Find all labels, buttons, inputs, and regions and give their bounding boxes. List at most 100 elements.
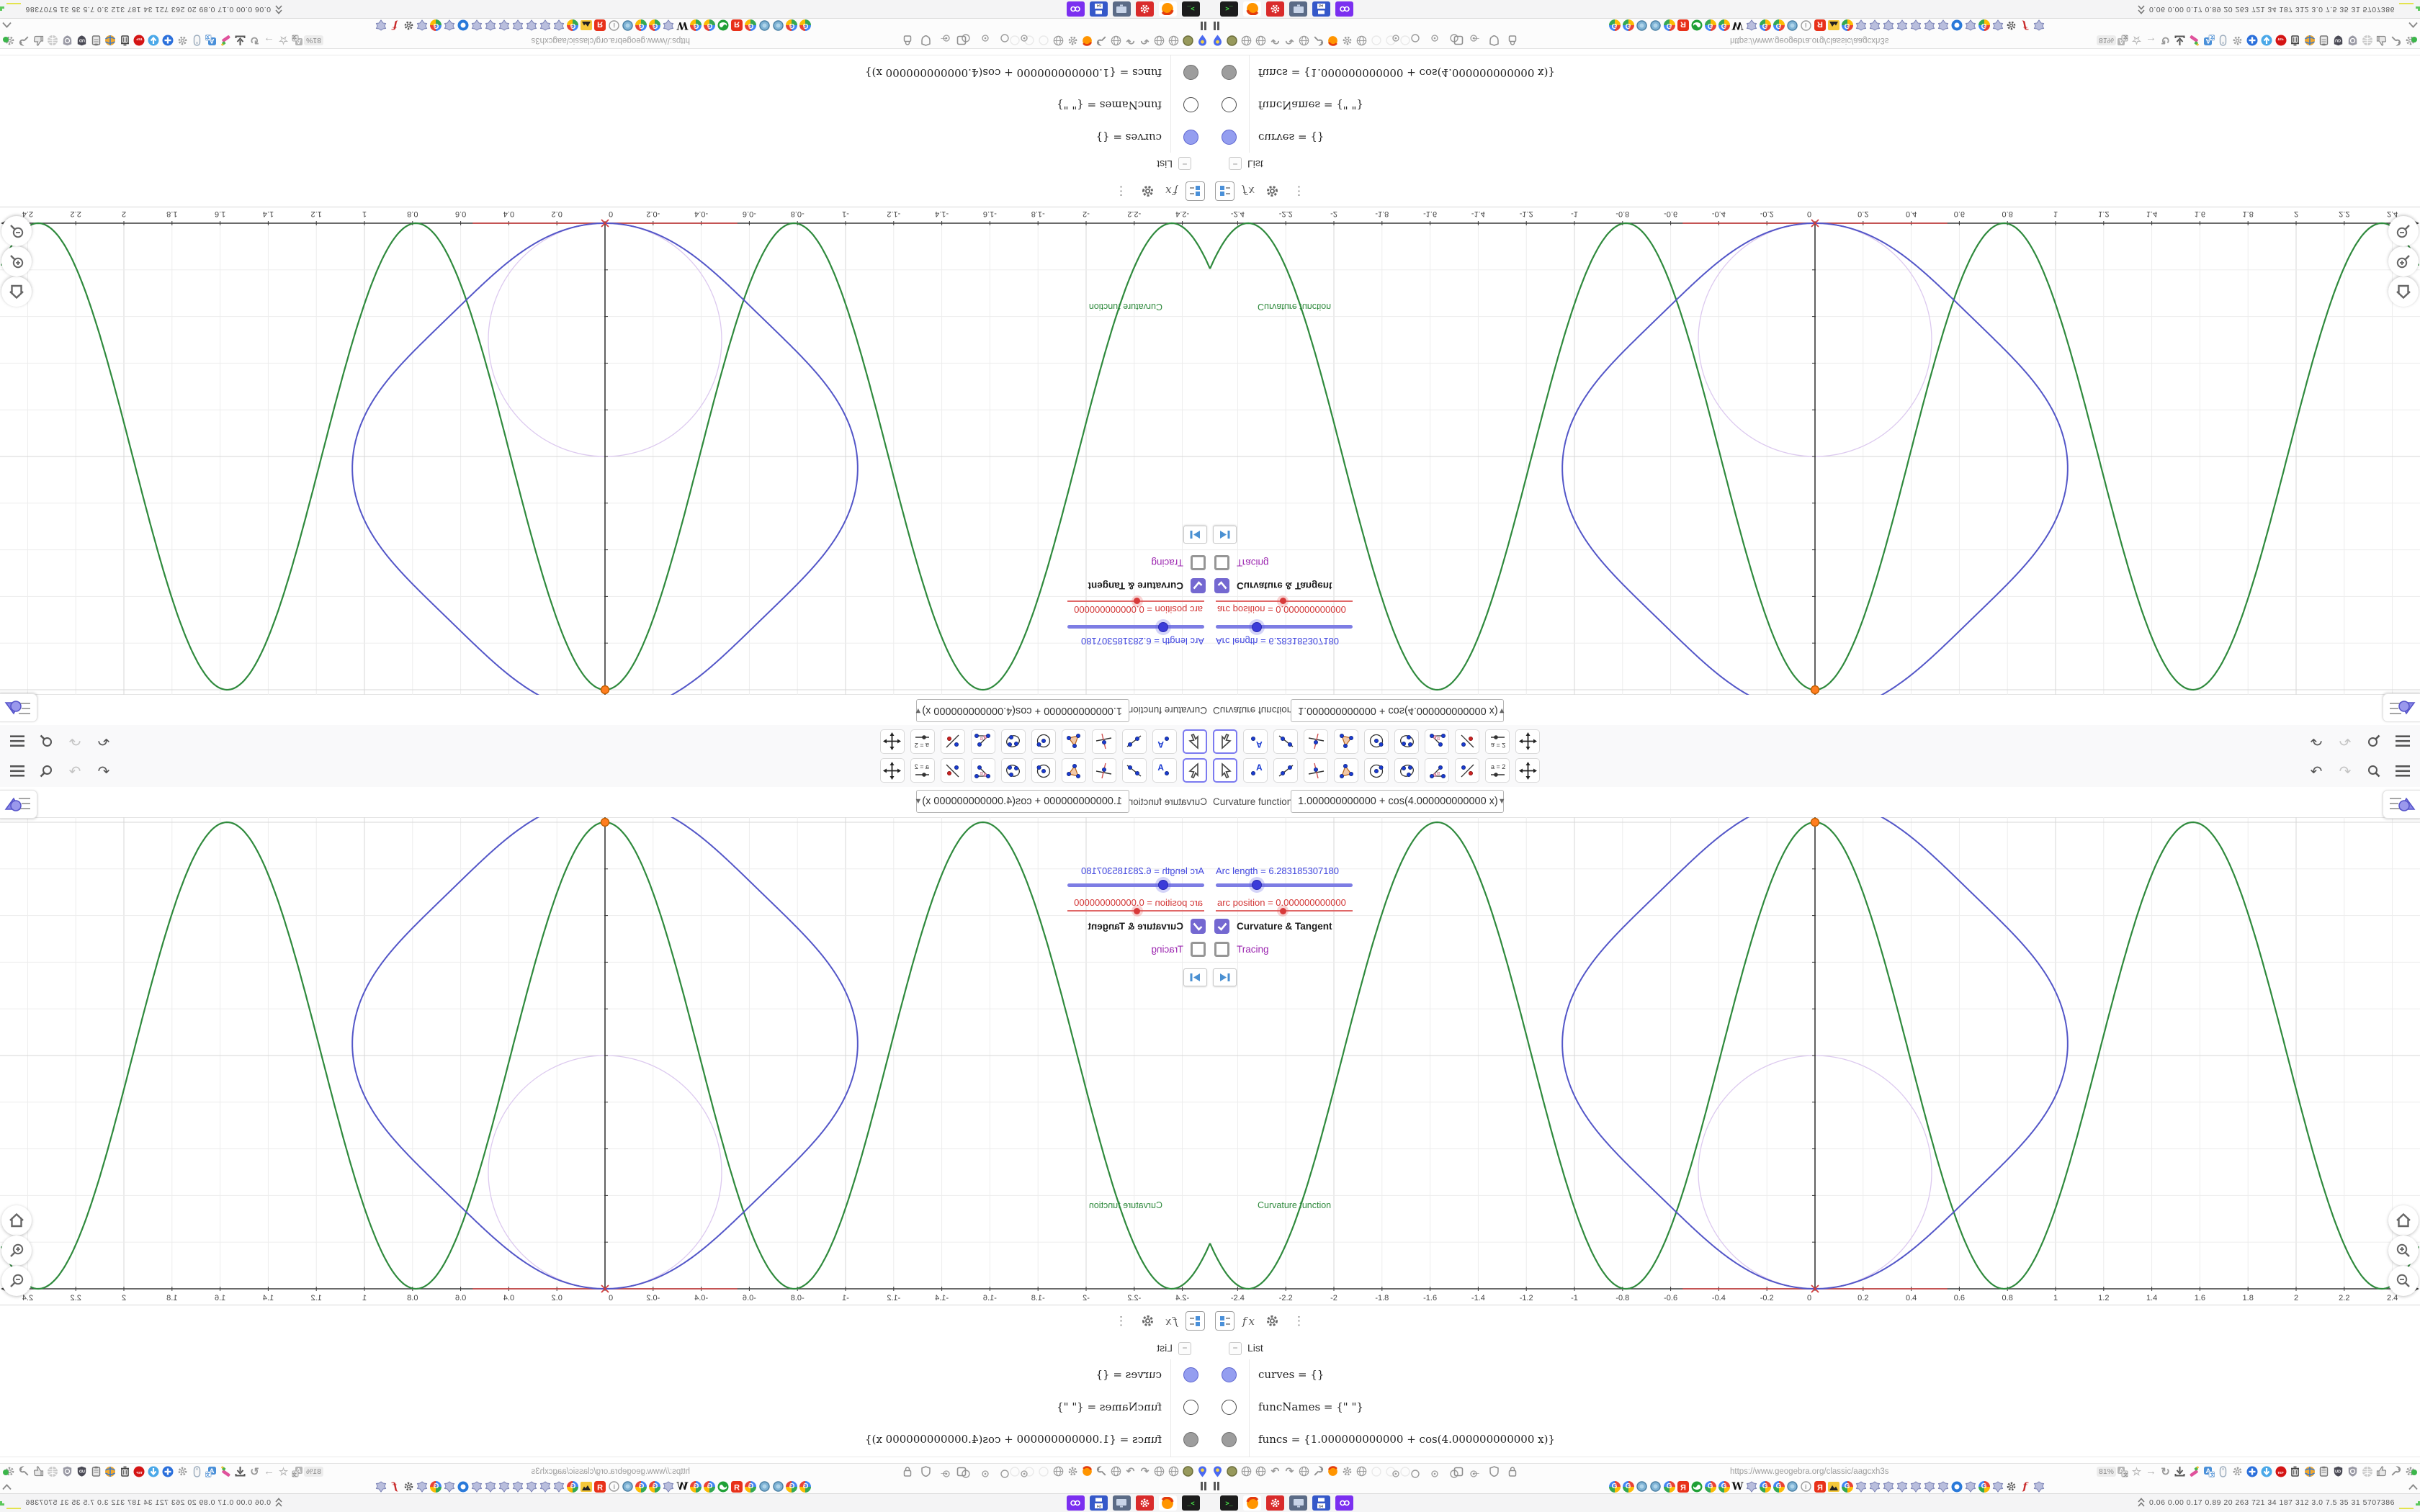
extension-download-icon[interactable] xyxy=(2174,1465,2186,1477)
browser-redo-arc-icon[interactable]: ↷ xyxy=(1283,35,1296,47)
algebra-row-curves[interactable]: curves = {} xyxy=(0,1359,1210,1392)
favicon-info-icon[interactable]: i xyxy=(608,19,620,32)
favicon-G-icon[interactable]: G xyxy=(430,19,442,32)
nav-page-icon[interactable] xyxy=(956,1465,968,1477)
browser-olive-circle-icon[interactable] xyxy=(1226,1465,1238,1477)
tool-angle[interactable]: α xyxy=(971,758,995,783)
extension-arrow-right-icon[interactable]: → xyxy=(263,1465,275,1477)
extension-gear-icon[interactable] xyxy=(2231,1465,2244,1477)
extension-trash-icon[interactable] xyxy=(119,1465,131,1477)
function-fx-icon[interactable]: f x xyxy=(1162,181,1181,201)
favicon-G-icon[interactable]: G xyxy=(1663,1480,1675,1493)
favicon-poly-icon[interactable] xyxy=(512,1480,524,1493)
tool-polygon[interactable] xyxy=(1062,729,1086,754)
extension-marker-pen-icon[interactable] xyxy=(2188,35,2200,47)
redo-icon[interactable]: ↷ xyxy=(2336,732,2354,750)
extension-translate-gray-icon[interactable]: A文 xyxy=(2116,1465,2128,1477)
tool-point[interactable]: A xyxy=(1243,729,1268,754)
tool-angle[interactable]: α xyxy=(971,729,995,754)
favicon-G-icon[interactable]: G xyxy=(649,1480,661,1493)
tool-move[interactable] xyxy=(1183,758,1207,783)
browser-firefox-icon[interactable] xyxy=(1081,1465,1093,1477)
extension-star-icon[interactable]: ☆ xyxy=(277,1465,290,1478)
favicon-G-icon[interactable]: G xyxy=(1759,1480,1771,1493)
extension-wrench-icon[interactable] xyxy=(2390,35,2402,47)
favicon-poly-icon[interactable] xyxy=(1923,1480,1935,1493)
extension-thumb-up-icon[interactable] xyxy=(32,35,45,47)
algebra-row-funcnames[interactable]: funcNames = {" "} xyxy=(0,87,1210,120)
tool-circle-center-point[interactable] xyxy=(1031,729,1056,754)
extension-shield-badge-icon[interactable] xyxy=(2347,1465,2359,1477)
extension-record-red-icon[interactable]: TEF xyxy=(133,35,145,47)
favicon-dot-icon[interactable] xyxy=(772,1480,784,1493)
favicon-blue-icon[interactable] xyxy=(457,1480,470,1493)
tool-slider[interactable]: a = 2 xyxy=(1485,729,1510,754)
extension-arrow-right-icon[interactable]: → xyxy=(2145,35,2157,47)
favicon-green-icon[interactable] xyxy=(717,1480,730,1493)
tool-slider[interactable]: a = 2 xyxy=(1485,758,1510,783)
taskbar-gear-red-icon[interactable] xyxy=(1136,1495,1154,1511)
browser-wrench-icon[interactable] xyxy=(1312,1465,1325,1477)
browser-redo-arc-icon[interactable]: ↷ xyxy=(1124,35,1137,47)
function-dropdown[interactable]: 1.000000000000 + cos(4.000000000000 x) ▼ xyxy=(914,699,1129,722)
redo-icon[interactable]: ↷ xyxy=(66,732,84,750)
nav-shield-outline-icon[interactable] xyxy=(920,1465,932,1477)
extension-reload-icon[interactable]: ↻ xyxy=(248,35,261,47)
curvature-tangent-checkbox[interactable] xyxy=(1214,578,1229,593)
extension-wrench-icon[interactable] xyxy=(2390,1465,2402,1477)
redo-icon[interactable]: ↷ xyxy=(2336,762,2354,780)
step-forward-button[interactable] xyxy=(1213,526,1237,544)
favicon-dot-icon[interactable] xyxy=(1636,1480,1648,1493)
algebra-row-funcs[interactable]: funcs = {1.000000000000 + cos(4.00000000… xyxy=(1210,55,2420,88)
favicon-W-icon[interactable]: W xyxy=(676,1480,689,1493)
extension-plus-blue-icon[interactable] xyxy=(162,1465,174,1477)
browser-globe-icon[interactable] xyxy=(1255,1465,1267,1477)
favicon-dot-icon[interactable] xyxy=(622,1480,634,1493)
favicon-poly-icon[interactable] xyxy=(1745,1480,1757,1493)
zoom-out-button[interactable] xyxy=(2388,1266,2419,1296)
favicon-dot-icon[interactable] xyxy=(758,19,771,32)
collapse-button[interactable]: − xyxy=(1229,1342,1242,1355)
zoom-in-button[interactable] xyxy=(2388,1236,2419,1266)
browser-firefox-icon[interactable] xyxy=(1081,35,1093,47)
tool-angle[interactable]: α xyxy=(1425,758,1449,783)
extension-gear-icon[interactable] xyxy=(2231,35,2244,47)
favicon-G-icon[interactable]: G xyxy=(799,19,812,32)
favicon-dot-icon[interactable] xyxy=(772,19,784,32)
browser-gear-icon[interactable] xyxy=(1067,35,1079,47)
favicon-poly-icon[interactable] xyxy=(663,19,675,32)
extension-shield-badge-icon[interactable] xyxy=(61,1465,73,1477)
browser-undo-arc-icon[interactable]: ↶ xyxy=(1139,1465,1151,1477)
ring-ring-dot-icon[interactable] xyxy=(1389,32,1402,45)
tool-move-graphics-view[interactable] xyxy=(880,729,905,754)
favicon-poly-icon[interactable] xyxy=(553,1480,565,1493)
extension-arrow-right-icon[interactable]: → xyxy=(2145,1465,2157,1477)
tree-view-icon[interactable] xyxy=(1186,181,1205,201)
more-kebab-icon[interactable]: ⋮ xyxy=(1111,181,1131,201)
zoom-out-button[interactable] xyxy=(1,1266,32,1296)
favicon-G-icon[interactable]: G xyxy=(1718,1480,1730,1493)
tool-perpendicular-line[interactable] xyxy=(1304,729,1328,754)
extension-mouse-oval-icon[interactable] xyxy=(2217,1465,2229,1477)
taskbar-terminal-icon[interactable]: >_ xyxy=(1182,1,1200,17)
extension-gear-icon[interactable] xyxy=(176,1465,189,1477)
zoom-level-badge[interactable]: 81% xyxy=(303,1467,323,1477)
favicon-G-icon[interactable]: G xyxy=(635,19,647,32)
arc-length-slider[interactable] xyxy=(1067,619,1204,635)
step-forward-button[interactable] xyxy=(1183,526,1207,544)
favicon-W-icon[interactable]: W xyxy=(1731,1480,1744,1493)
favicon-ya-icon[interactable]: Я xyxy=(594,1480,606,1493)
visibility-circle-funcnames[interactable] xyxy=(1183,1400,1198,1415)
browser-olive-circle-icon[interactable] xyxy=(1182,1465,1194,1477)
favicon-dot-icon[interactable] xyxy=(1786,1480,1798,1493)
favicon-dot-icon[interactable] xyxy=(622,19,634,32)
collapse-button[interactable]: − xyxy=(1178,1342,1191,1355)
taskbar-floppy-64-icon[interactable]: 64 xyxy=(1090,1,1108,17)
extension-translate-gray-icon[interactable]: A文 xyxy=(2116,35,2128,47)
browser-globe-icon[interactable] xyxy=(1052,1465,1065,1477)
browser-gear-icon[interactable] xyxy=(1341,1465,1353,1477)
extension-ud-shield-icon[interactable]: UD xyxy=(76,1465,88,1477)
taskbar-gear-red-icon[interactable] xyxy=(1266,1495,1284,1511)
arc-position-slider-thumb[interactable] xyxy=(1277,905,1289,917)
extension-translate-blue-icon[interactable]: A文 xyxy=(2202,1465,2215,1477)
